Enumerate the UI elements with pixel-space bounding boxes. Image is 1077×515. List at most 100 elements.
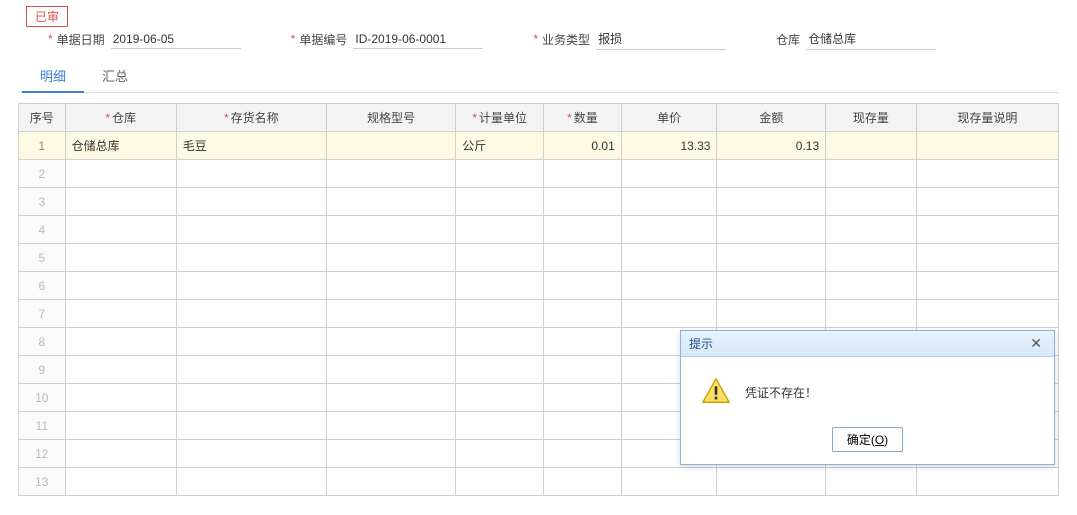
cell-empty[interactable] <box>916 216 1058 244</box>
table-row[interactable]: 5 <box>19 244 1059 272</box>
cell-seq[interactable]: 1 <box>19 132 66 160</box>
cell-empty[interactable] <box>65 440 176 468</box>
cell-empty[interactable] <box>717 272 826 300</box>
table-row[interactable]: 3 <box>19 188 1059 216</box>
cell-empty[interactable] <box>326 440 455 468</box>
cell-seq[interactable]: 8 <box>19 328 66 356</box>
cell-seq[interactable]: 7 <box>19 300 66 328</box>
close-icon[interactable]: ✕ <box>1026 335 1046 352</box>
cell-stock-note[interactable] <box>916 132 1058 160</box>
cell-amount[interactable]: 0.13 <box>717 132 826 160</box>
cell-empty[interactable] <box>176 160 326 188</box>
cell-empty[interactable] <box>916 468 1058 496</box>
cell-empty[interactable] <box>621 216 717 244</box>
cell-empty[interactable] <box>326 300 455 328</box>
cell-empty[interactable] <box>176 328 326 356</box>
cell-seq[interactable]: 11 <box>19 412 66 440</box>
cell-empty[interactable] <box>65 328 176 356</box>
cell-empty[interactable] <box>544 244 622 272</box>
cell-empty[interactable] <box>916 188 1058 216</box>
cell-empty[interactable] <box>826 244 917 272</box>
cell-empty[interactable] <box>176 300 326 328</box>
cell-empty[interactable] <box>456 440 544 468</box>
cell-empty[interactable] <box>621 188 717 216</box>
table-row[interactable]: 4 <box>19 216 1059 244</box>
cell-seq[interactable]: 4 <box>19 216 66 244</box>
cell-seq[interactable]: 13 <box>19 468 66 496</box>
cell-empty[interactable] <box>176 440 326 468</box>
cell-stock[interactable] <box>826 132 917 160</box>
cell-empty[interactable] <box>826 160 917 188</box>
cell-empty[interactable] <box>916 300 1058 328</box>
cell-seq[interactable]: 10 <box>19 384 66 412</box>
cell-empty[interactable] <box>326 216 455 244</box>
cell-unit[interactable]: 公斤 <box>456 132 544 160</box>
cell-empty[interactable] <box>621 160 717 188</box>
cell-empty[interactable] <box>65 272 176 300</box>
docno-value[interactable]: ID-2019-06-0001 <box>353 30 483 49</box>
cell-empty[interactable] <box>326 188 455 216</box>
cell-empty[interactable] <box>717 216 826 244</box>
cell-empty[interactable] <box>65 412 176 440</box>
cell-empty[interactable] <box>621 468 717 496</box>
cell-empty[interactable] <box>544 300 622 328</box>
cell-empty[interactable] <box>544 160 622 188</box>
cell-empty[interactable] <box>717 160 826 188</box>
cell-empty[interactable] <box>326 468 455 496</box>
cell-empty[interactable] <box>176 272 326 300</box>
table-row[interactable]: 6 <box>19 272 1059 300</box>
cell-empty[interactable] <box>326 160 455 188</box>
cell-empty[interactable] <box>544 384 622 412</box>
cell-empty[interactable] <box>176 244 326 272</box>
cell-empty[interactable] <box>65 356 176 384</box>
cell-empty[interactable] <box>916 272 1058 300</box>
cell-seq[interactable]: 12 <box>19 440 66 468</box>
cell-empty[interactable] <box>65 188 176 216</box>
cell-price[interactable]: 13.33 <box>621 132 717 160</box>
cell-empty[interactable] <box>176 412 326 440</box>
cell-empty[interactable] <box>456 328 544 356</box>
cell-empty[interactable] <box>621 300 717 328</box>
cell-empty[interactable] <box>326 356 455 384</box>
cell-empty[interactable] <box>456 244 544 272</box>
cell-qty[interactable]: 0.01 <box>544 132 622 160</box>
cell-empty[interactable] <box>826 188 917 216</box>
cell-empty[interactable] <box>326 244 455 272</box>
cell-empty[interactable] <box>826 272 917 300</box>
table-row[interactable]: 2 <box>19 160 1059 188</box>
cell-empty[interactable] <box>544 356 622 384</box>
cell-empty[interactable] <box>544 216 622 244</box>
cell-seq[interactable]: 3 <box>19 188 66 216</box>
cell-empty[interactable] <box>544 328 622 356</box>
cell-empty[interactable] <box>326 412 455 440</box>
tab-summary[interactable]: 汇总 <box>84 60 146 92</box>
ok-button[interactable]: 确定(O) <box>832 427 903 452</box>
cell-empty[interactable] <box>456 216 544 244</box>
cell-empty[interactable] <box>717 188 826 216</box>
cell-empty[interactable] <box>176 356 326 384</box>
cell-empty[interactable] <box>544 188 622 216</box>
tab-detail[interactable]: 明细 <box>22 60 84 93</box>
cell-warehouse[interactable]: 仓储总库 <box>65 132 176 160</box>
table-row[interactable]: 1仓储总库毛豆 公斤0.0113.330.13 <box>19 132 1059 160</box>
cell-empty[interactable] <box>916 244 1058 272</box>
cell-empty[interactable] <box>456 356 544 384</box>
cell-name[interactable]: 毛豆 <box>176 132 326 160</box>
cell-empty[interactable] <box>456 272 544 300</box>
cell-seq[interactable]: 5 <box>19 244 66 272</box>
cell-empty[interactable] <box>456 188 544 216</box>
cell-empty[interactable] <box>65 384 176 412</box>
dialog-titlebar[interactable]: 提示 ✕ <box>681 331 1054 357</box>
cell-empty[interactable] <box>717 300 826 328</box>
cell-empty[interactable] <box>544 468 622 496</box>
cell-empty[interactable] <box>717 468 826 496</box>
cell-empty[interactable] <box>456 412 544 440</box>
cell-empty[interactable] <box>826 468 917 496</box>
cell-empty[interactable] <box>456 384 544 412</box>
cell-empty[interactable] <box>326 328 455 356</box>
cell-empty[interactable] <box>176 468 326 496</box>
cell-empty[interactable] <box>544 440 622 468</box>
biztype-value[interactable]: 报损 <box>596 28 726 50</box>
cell-empty[interactable] <box>456 160 544 188</box>
cell-empty[interactable] <box>621 244 717 272</box>
